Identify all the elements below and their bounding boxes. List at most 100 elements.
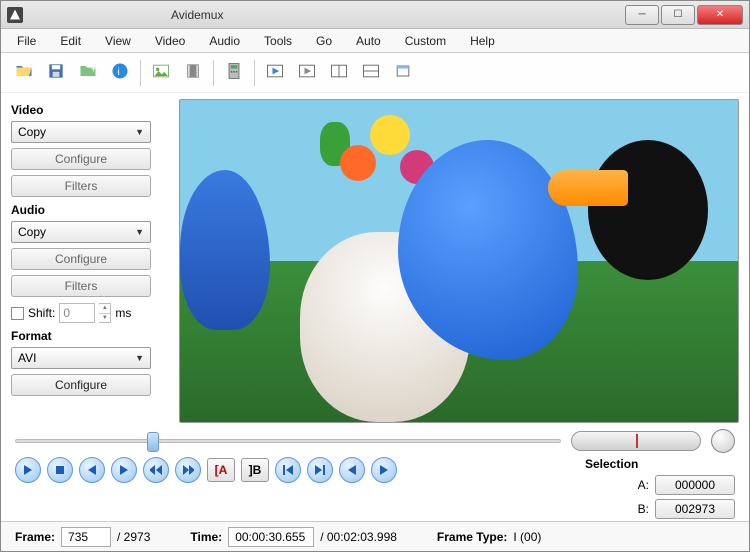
audio-codec-select[interactable]: Copy ▼: [11, 221, 151, 243]
format-configure-button[interactable]: Configure: [11, 374, 151, 396]
save-button[interactable]: [41, 58, 71, 88]
marker-a-icon: [A: [215, 463, 228, 477]
picture-save-icon: [151, 61, 171, 84]
selection-panel: Selection A: 000000 B: 002973: [585, 457, 735, 519]
time-input[interactable]: 00:00:30.655: [228, 527, 314, 547]
menu-help[interactable]: Help: [460, 31, 505, 51]
frame-total: / 2973: [117, 530, 150, 544]
menu-custom[interactable]: Custom: [395, 31, 456, 51]
info-button[interactable]: i: [105, 58, 135, 88]
slider-thumb[interactable]: [147, 432, 159, 452]
split-horizontal-icon: [361, 61, 381, 84]
toolbar: + i: [1, 53, 749, 93]
prev-keyframe-button[interactable]: [143, 457, 169, 483]
status-bar: Frame: 735 / 2973 Time: 00:00:30.655 / 0…: [1, 521, 749, 551]
preview-graphic: [180, 170, 270, 330]
main-area: Video Copy ▼ Configure Filters Audio Cop…: [1, 93, 749, 423]
menu-auto[interactable]: Auto: [346, 31, 391, 51]
app-icon: [7, 7, 23, 23]
goto-marker-a-button[interactable]: [275, 457, 301, 483]
folder-open-icon: [14, 61, 34, 84]
audio-codec-value: Copy: [18, 225, 46, 239]
prev-frame-button[interactable]: [79, 457, 105, 483]
shift-unit: ms: [115, 306, 131, 320]
selection-b-label: B:: [638, 502, 649, 516]
preview-area: [179, 99, 739, 423]
dropdown-arrow-icon: ▼: [135, 227, 144, 237]
shift-label: Shift:: [28, 306, 55, 320]
video-section-label: Video: [11, 103, 171, 117]
format-value: AVI: [18, 351, 36, 365]
slider-row: [1, 423, 749, 455]
jog-wheel[interactable]: [571, 431, 701, 451]
frame-input[interactable]: 735: [61, 527, 111, 547]
append-button[interactable]: +: [73, 58, 103, 88]
goto-marker-b-button[interactable]: [307, 457, 333, 483]
app-window: Avidemux ─ ☐ ✕ File Edit View Video Audi…: [0, 0, 750, 552]
shift-input[interactable]: [59, 303, 95, 323]
window-title: Avidemux: [171, 8, 223, 22]
video-configure-button[interactable]: Configure: [11, 148, 151, 170]
jog-reset-button[interactable]: [711, 429, 735, 453]
input-preview-button[interactable]: [260, 58, 290, 88]
selection-b-value[interactable]: 002973: [655, 499, 735, 519]
minimize-button[interactable]: ─: [625, 5, 659, 25]
time-total: / 00:02:03.998: [320, 530, 397, 544]
next-frame-button[interactable]: [111, 457, 137, 483]
play-button[interactable]: [15, 457, 41, 483]
titlebar: Avidemux ─ ☐ ✕: [1, 1, 749, 29]
menu-edit[interactable]: Edit: [50, 31, 91, 51]
next-keyframe-button[interactable]: [175, 457, 201, 483]
menu-go[interactable]: Go: [306, 31, 342, 51]
frametype-value: I (00): [513, 530, 541, 544]
transport-bar: [A ]B: [15, 457, 397, 483]
reel-save-icon: [183, 61, 203, 84]
top-preview-button[interactable]: [356, 58, 386, 88]
folder-plus-icon: +: [78, 61, 98, 84]
open-button[interactable]: [9, 58, 39, 88]
audio-section-label: Audio: [11, 203, 171, 217]
video-preview[interactable]: [179, 99, 739, 423]
output-preview-button[interactable]: [292, 58, 322, 88]
audio-configure-button[interactable]: Configure: [11, 248, 151, 270]
video-filters-button[interactable]: Filters: [11, 175, 151, 197]
svg-text:i: i: [118, 67, 120, 78]
save-image-button[interactable]: [146, 58, 176, 88]
format-select[interactable]: AVI ▼: [11, 347, 151, 369]
shift-checkbox[interactable]: [11, 307, 24, 320]
floppy-icon: [46, 61, 66, 84]
menubar: File Edit View Video Audio Tools Go Auto…: [1, 29, 749, 53]
menu-view[interactable]: View: [95, 31, 141, 51]
menu-file[interactable]: File: [7, 31, 46, 51]
selection-a-value[interactable]: 000000: [655, 475, 735, 495]
video-codec-select[interactable]: Copy ▼: [11, 121, 151, 143]
timeline-slider[interactable]: [15, 439, 561, 443]
video-codec-value: Copy: [18, 125, 46, 139]
shift-spinner[interactable]: ▲▼: [99, 303, 111, 323]
split-vertical-icon: [329, 61, 349, 84]
preview-input-icon: [265, 61, 285, 84]
maximize-button[interactable]: ☐: [661, 5, 695, 25]
next-black-button[interactable]: [371, 457, 397, 483]
time-label: Time:: [190, 530, 222, 544]
menu-tools[interactable]: Tools: [254, 31, 302, 51]
info-icon: i: [110, 61, 130, 84]
calculator-button[interactable]: [219, 58, 249, 88]
set-marker-b-button[interactable]: ]B: [241, 458, 269, 482]
menu-video[interactable]: Video: [145, 31, 195, 51]
svg-text:+: +: [91, 65, 97, 76]
lower-controls: [A ]B Selection A: 000000 B: 002973: [1, 455, 749, 521]
stop-button[interactable]: [47, 457, 73, 483]
prev-black-button[interactable]: [339, 457, 365, 483]
window-icon: [393, 61, 413, 84]
dropdown-arrow-icon: ▼: [135, 127, 144, 137]
spin-up-icon: ▲: [99, 304, 110, 314]
close-button[interactable]: ✕: [697, 5, 743, 25]
set-marker-a-button[interactable]: [A: [207, 458, 235, 482]
side-preview-button[interactable]: [324, 58, 354, 88]
format-section-label: Format: [11, 329, 171, 343]
menu-audio[interactable]: Audio: [199, 31, 250, 51]
separate-preview-button[interactable]: [388, 58, 418, 88]
audio-filters-button[interactable]: Filters: [11, 275, 151, 297]
save-video-button[interactable]: [178, 58, 208, 88]
